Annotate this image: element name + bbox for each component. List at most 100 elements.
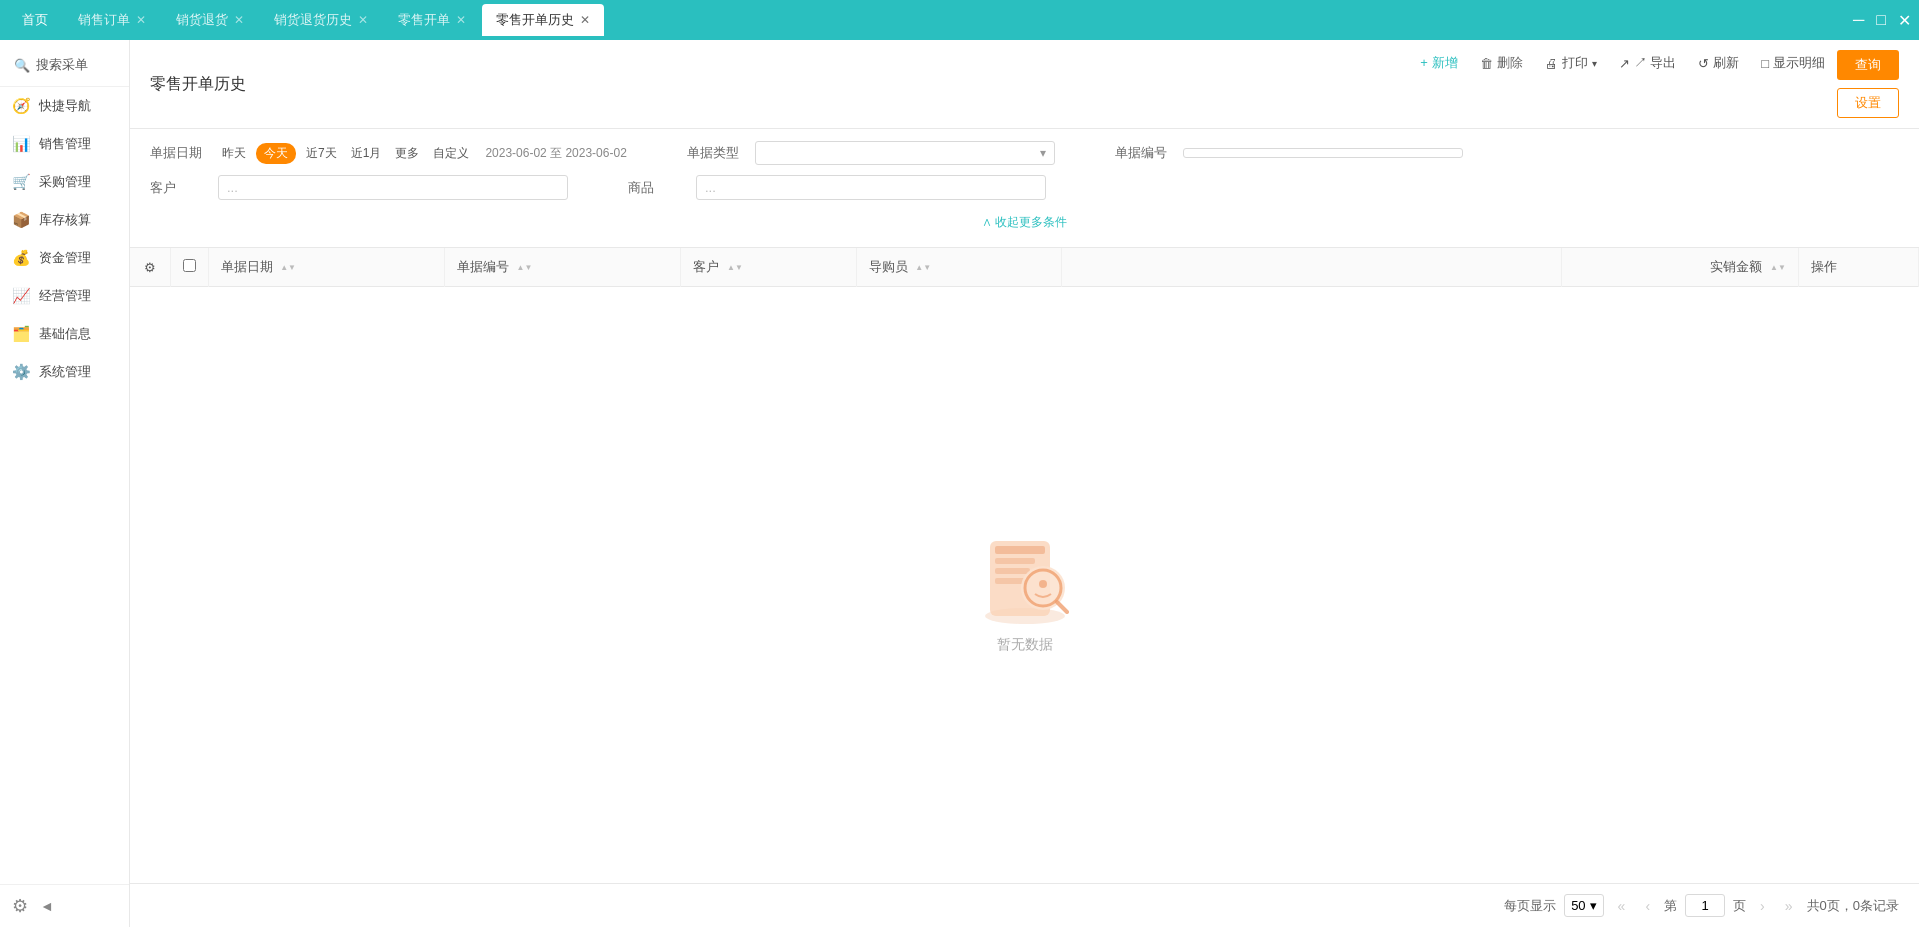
per-page-value: 50	[1571, 898, 1585, 913]
collapse-button[interactable]: ∧ 收起更多条件	[150, 210, 1899, 235]
search-icon: 🔍	[14, 58, 30, 73]
more-btn[interactable]: 更多	[391, 143, 423, 164]
tab-retail-open-close[interactable]: ✕	[456, 13, 466, 27]
today-btn[interactable]: 今天	[256, 143, 296, 164]
sidebar-collapse-icon[interactable]: ◄	[40, 898, 54, 914]
col-guide[interactable]: 导购员 ▲▼	[856, 248, 1062, 287]
per-page-select[interactable]: 50 ▾	[1564, 894, 1603, 917]
sidebar-item-quick-nav-label: 快捷导航	[39, 97, 91, 115]
col-doc-no-sort[interactable]: ▲▼	[517, 263, 533, 272]
sidebar-item-base-info[interactable]: 🗂️ 基础信息	[0, 315, 129, 353]
col-doc-date-sort[interactable]: ▲▼	[280, 263, 296, 272]
page-title: 零售开单历史	[150, 74, 246, 95]
export-button[interactable]: ↗ ↗ 导出	[1613, 50, 1683, 76]
doc-type-select[interactable]: ▾	[755, 141, 1055, 165]
doc-no-input[interactable]	[1183, 148, 1463, 158]
svg-rect-4	[995, 568, 1030, 574]
svg-line-8	[1057, 602, 1067, 612]
delete-button[interactable]: 🗑 删除	[1474, 50, 1529, 76]
select-all-checkbox[interactable]	[183, 259, 196, 272]
goods-placeholder: ...	[705, 180, 716, 195]
col-customer[interactable]: 客户 ▲▼	[681, 248, 856, 287]
maximize-icon[interactable]: □	[1876, 11, 1886, 30]
sidebar-item-operations-label: 经营管理	[39, 287, 91, 305]
tab-sales-return-close[interactable]: ✕	[234, 13, 244, 27]
sidebar-item-quick-nav[interactable]: 🧭 快捷导航	[0, 87, 129, 125]
last7-btn[interactable]: 近7天	[302, 143, 341, 164]
filter-panel: 单据日期 昨天 今天 近7天 近1月 更多 自定义 2023-06-02 至 2…	[130, 129, 1919, 248]
tab-sales-return-label: 销货退货	[176, 11, 228, 29]
data-table: ⚙ 单据日期 ▲▼ 单据编号 ▲▼	[130, 248, 1919, 287]
custom-btn[interactable]: 自定义	[429, 143, 473, 164]
tab-sales-return-history-close[interactable]: ✕	[358, 13, 368, 27]
sidebar-item-operations[interactable]: 📈 经营管理	[0, 277, 129, 315]
customer-input[interactable]: ...	[218, 175, 568, 200]
export-label: ↗ 导出	[1634, 54, 1677, 72]
col-doc-date[interactable]: 单据日期 ▲▼	[208, 248, 444, 287]
col-customer-sort[interactable]: ▲▼	[727, 263, 743, 272]
sidebar-item-finance[interactable]: 💰 资金管理	[0, 239, 129, 277]
query-button[interactable]: 查询	[1837, 50, 1899, 80]
base-info-icon: 🗂️	[12, 325, 31, 343]
table-settings-icon[interactable]: ⚙	[144, 260, 156, 275]
search-menu-button[interactable]: 🔍 搜索采单	[10, 52, 119, 78]
collapse-label: ∧ 收起更多条件	[982, 215, 1067, 229]
first-page-btn[interactable]: «	[1612, 896, 1632, 916]
sidebar-item-purchase-mgmt-label: 采购管理	[39, 173, 91, 191]
print-label: 打印	[1562, 54, 1588, 72]
col-doc-no[interactable]: 单据编号 ▲▼	[444, 248, 680, 287]
sidebar-item-sys-mgmt[interactable]: ⚙️ 系统管理	[0, 353, 129, 391]
last-page-btn[interactable]: »	[1779, 896, 1799, 916]
sidebar-item-inventory-label: 库存核算	[39, 211, 91, 229]
sidebar-item-sys-mgmt-label: 系统管理	[39, 363, 91, 381]
close-icon[interactable]: ✕	[1898, 11, 1911, 30]
setting-button[interactable]: 设置	[1837, 88, 1899, 118]
tab-retail-history-close[interactable]: ✕	[580, 13, 590, 27]
add-button[interactable]: + 新增	[1414, 50, 1463, 76]
date-shortcuts: 昨天 今天 近7天 近1月 更多 自定义	[218, 143, 473, 164]
refresh-button[interactable]: ↺ 刷新	[1692, 50, 1745, 76]
refresh-label: 刷新	[1713, 54, 1739, 72]
sidebar: 🔍 搜索采单 🧭 快捷导航 📊 销售管理 🛒 采购管理 📦 库存核算 💰 资金管…	[0, 40, 130, 927]
customer-filter-group: 客户 ...	[150, 175, 568, 200]
tab-sales-return[interactable]: 销货退货 ✕	[162, 4, 258, 36]
tab-retail-open[interactable]: 零售开单 ✕	[384, 4, 480, 36]
svg-rect-5	[995, 578, 1025, 584]
print-button[interactable]: 🖨 打印 ▾	[1539, 50, 1603, 76]
page-label: 第	[1664, 897, 1677, 915]
col-guide-label: 导购员	[869, 259, 908, 274]
display-detail-button[interactable]: □ 显示明细	[1755, 50, 1831, 76]
table-checkbox-col[interactable]	[170, 248, 208, 287]
col-doc-no-label: 单据编号	[457, 259, 509, 274]
col-doc-date-label: 单据日期	[221, 259, 273, 274]
tab-sales-return-history[interactable]: 销货退货历史 ✕	[260, 4, 382, 36]
sidebar-item-inventory[interactable]: 📦 库存核算	[0, 201, 129, 239]
tab-home[interactable]: 首页	[8, 4, 62, 36]
tab-retail-open-label: 零售开单	[398, 11, 450, 29]
col-amount-label: 实销金额	[1710, 259, 1762, 274]
tab-sales-order-close[interactable]: ✕	[136, 13, 146, 27]
delete-label: 删除	[1497, 54, 1523, 72]
goods-input[interactable]: ...	[696, 175, 1046, 200]
doc-no-label: 单据编号	[1115, 144, 1175, 162]
tab-retail-history[interactable]: 零售开单历史 ✕	[482, 4, 604, 36]
window-controls: ─ □ ✕	[1853, 11, 1911, 30]
col-amount[interactable]: 实销金额 ▲▼	[1562, 248, 1798, 287]
date-range: 2023-06-02 至 2023-06-02	[485, 145, 626, 162]
sidebar-item-base-info-label: 基础信息	[39, 325, 91, 343]
col-guide-sort[interactable]: ▲▼	[915, 263, 931, 272]
next-page-btn[interactable]: ›	[1754, 896, 1771, 916]
sidebar-settings-icon[interactable]: ⚙	[12, 895, 28, 917]
col-amount-sort[interactable]: ▲▼	[1770, 263, 1786, 272]
sidebar-item-purchase-mgmt[interactable]: 🛒 采购管理	[0, 163, 129, 201]
page-input[interactable]	[1685, 894, 1725, 917]
table-settings-col[interactable]: ⚙	[130, 248, 170, 287]
yesterday-btn[interactable]: 昨天	[218, 143, 250, 164]
last-month-btn[interactable]: 近1月	[347, 143, 386, 164]
per-page-arrow: ▾	[1590, 898, 1597, 913]
prev-page-btn[interactable]: ‹	[1639, 896, 1656, 916]
minimize-icon[interactable]: ─	[1853, 11, 1864, 30]
sidebar-item-sales-mgmt[interactable]: 📊 销售管理	[0, 125, 129, 163]
tab-sales-order[interactable]: 销售订单 ✕	[64, 4, 160, 36]
svg-point-9	[1039, 580, 1047, 588]
